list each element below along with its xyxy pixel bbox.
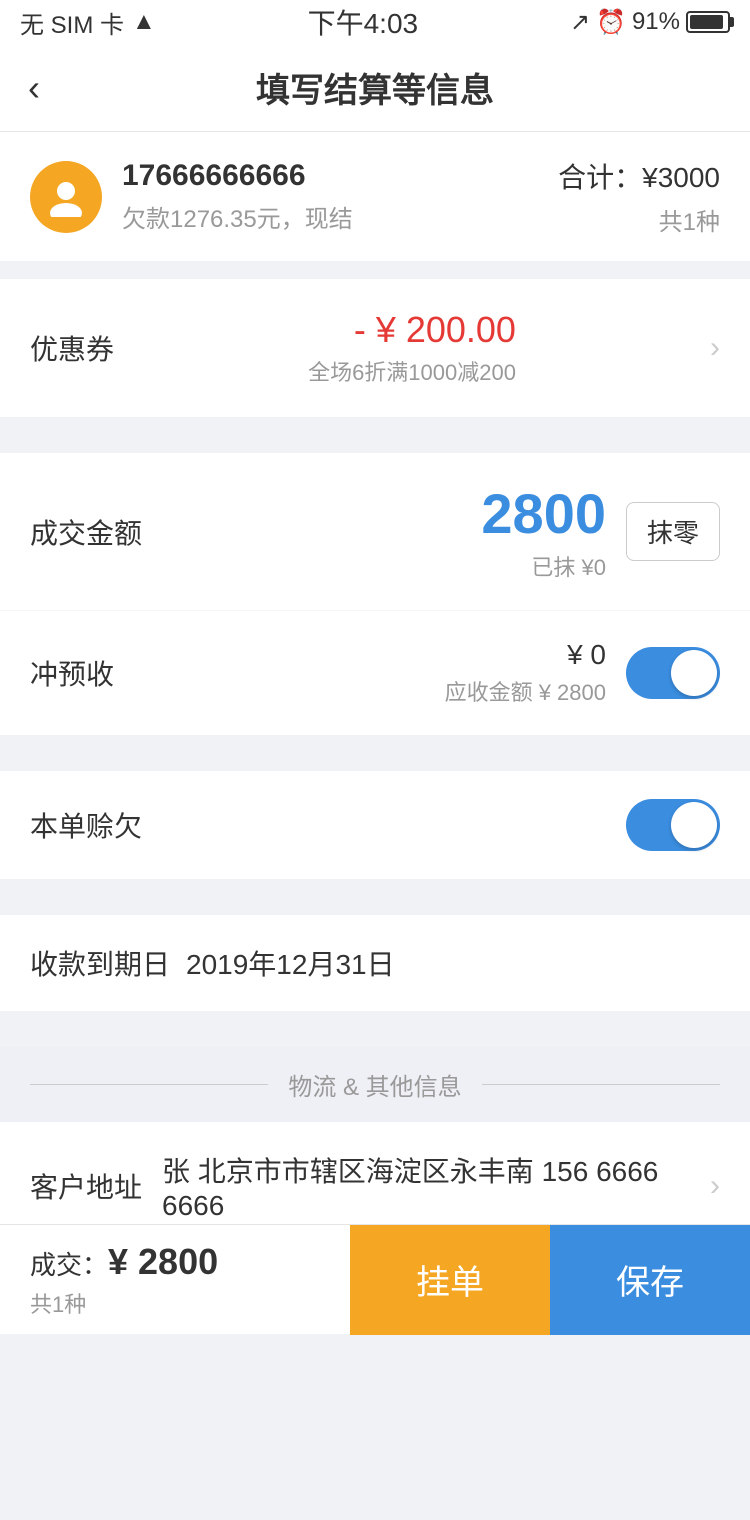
coupon-discount: - ¥ 200.00: [308, 309, 516, 351]
user-card: 17666666666 欠款1276.35元，现结 合计：¥3000 共1种: [0, 132, 750, 261]
divider-line-left: [30, 1084, 268, 1085]
coupon-label: 优惠券: [30, 328, 114, 368]
prepay-toggle[interactable]: [626, 647, 720, 699]
round-zero-button[interactable]: 抹零: [626, 502, 720, 561]
item-count: 共1种: [558, 202, 720, 237]
page-title: 填写结算等信息: [256, 63, 494, 112]
debt-section: 本单赊欠: [0, 771, 750, 879]
section-divider-2: [0, 753, 750, 771]
debt-toggle[interactable]: [626, 799, 720, 851]
coupon-chevron-icon: ›: [710, 331, 720, 365]
date-label: 收款到期日: [30, 943, 170, 983]
bottom-spacer: [0, 1410, 750, 1520]
logistics-label: 物流 & 其他信息: [268, 1067, 481, 1102]
battery-percent: 91%: [632, 8, 680, 36]
total-value: ¥3000: [642, 162, 720, 193]
user-left: 17666666666 欠款1276.35元，现结: [30, 159, 353, 234]
date-value: 2019年12月31日: [186, 943, 395, 983]
hang-order-button[interactable]: 挂单: [350, 1225, 550, 1335]
status-time: 下午4:03: [308, 2, 419, 42]
bottom-summary: 成交：¥ 2800 共1种: [0, 1241, 350, 1319]
carrier-text: 无 SIM 卡: [20, 5, 124, 40]
section-divider-3: [0, 897, 750, 915]
address-label: 客户地址: [30, 1166, 142, 1206]
address-chevron-icon: ›: [710, 1169, 720, 1203]
status-right: ↗ ⏰ 91%: [570, 8, 730, 37]
status-left: 无 SIM 卡 ▲: [20, 5, 156, 40]
alarm-icon: ⏰: [596, 8, 626, 37]
address-value: 张 北京市市辖区海淀区永丰南 156 6666 6666: [162, 1150, 710, 1222]
user-right: 合计：¥3000 共1种: [558, 156, 720, 237]
user-phone: 17666666666: [122, 159, 353, 193]
coupon-description: 全场6折满1000减200: [308, 355, 516, 387]
nav-bar: ‹ 填写结算等信息: [0, 44, 750, 132]
bottom-bar: 成交：¥ 2800 共1种 挂单 保存: [0, 1224, 750, 1334]
prepay-amount: ¥ 0: [445, 639, 606, 671]
coupon-section: 优惠券 - ¥ 200.00 全场6折满1000减200 ›: [0, 279, 750, 417]
amount-section: 成交金额 2800 已抹 ¥0 抹零 冲预收 ¥ 0 应收金额 ¥ 2800: [0, 453, 750, 735]
deal-amount-value: 2800: [481, 481, 606, 546]
section-divider-1: [0, 435, 750, 453]
deal-amount-label: 成交金额: [30, 512, 142, 552]
prepay-receivable: 应收金额 ¥ 2800: [445, 675, 606, 707]
bottom-deal-amount: ¥ 2800: [108, 1241, 218, 1282]
back-button[interactable]: ‹: [28, 67, 40, 109]
bottom-item-count: 共1种: [30, 1287, 320, 1319]
save-button[interactable]: 保存: [550, 1225, 750, 1335]
prepay-value-block: ¥ 0 应收金额 ¥ 2800: [445, 639, 606, 707]
toggle-knob: [671, 650, 717, 696]
prepay-row: 冲预收 ¥ 0 应收金额 ¥ 2800: [0, 611, 750, 735]
coupon-row[interactable]: 优惠券 - ¥ 200.00 全场6折满1000减200 ›: [0, 279, 750, 417]
bottom-deal-row: 成交：¥ 2800: [30, 1241, 320, 1283]
total-amount: 合计：¥3000: [558, 156, 720, 196]
bottom-deal-label: 成交：: [30, 1250, 108, 1280]
deal-amount-sub: 已抹 ¥0: [481, 550, 606, 582]
status-bar: 无 SIM 卡 ▲ 下午4:03 ↗ ⏰ 91%: [0, 0, 750, 44]
user-debt: 欠款1276.35元，现结: [122, 199, 353, 234]
total-label: 合计：: [558, 162, 642, 193]
debt-label: 本单赊欠: [30, 805, 142, 845]
deal-amount-right: 2800 已抹 ¥0 抹零: [481, 481, 720, 582]
deal-amount-value-block: 2800 已抹 ¥0: [481, 481, 606, 582]
section-divider-4: [0, 1029, 750, 1047]
deal-amount-row: 成交金额 2800 已抹 ¥0 抹零: [0, 453, 750, 611]
logistics-divider: 物流 & 其他信息: [0, 1047, 750, 1122]
date-section: 收款到期日 2019年12月31日: [0, 915, 750, 1011]
debt-toggle-knob: [671, 802, 717, 848]
coupon-right: - ¥ 200.00 全场6折满1000减200: [308, 309, 516, 387]
avatar: [30, 161, 102, 233]
user-info: 17666666666 欠款1276.35元，现结: [122, 159, 353, 234]
divider-line-right: [482, 1084, 720, 1085]
prepay-right: ¥ 0 应收金额 ¥ 2800: [445, 639, 720, 707]
wifi-icon: ▲: [132, 8, 156, 36]
battery-icon: [686, 11, 730, 33]
location-icon: ↗: [570, 8, 590, 37]
prepay-label: 冲预收: [30, 653, 114, 693]
